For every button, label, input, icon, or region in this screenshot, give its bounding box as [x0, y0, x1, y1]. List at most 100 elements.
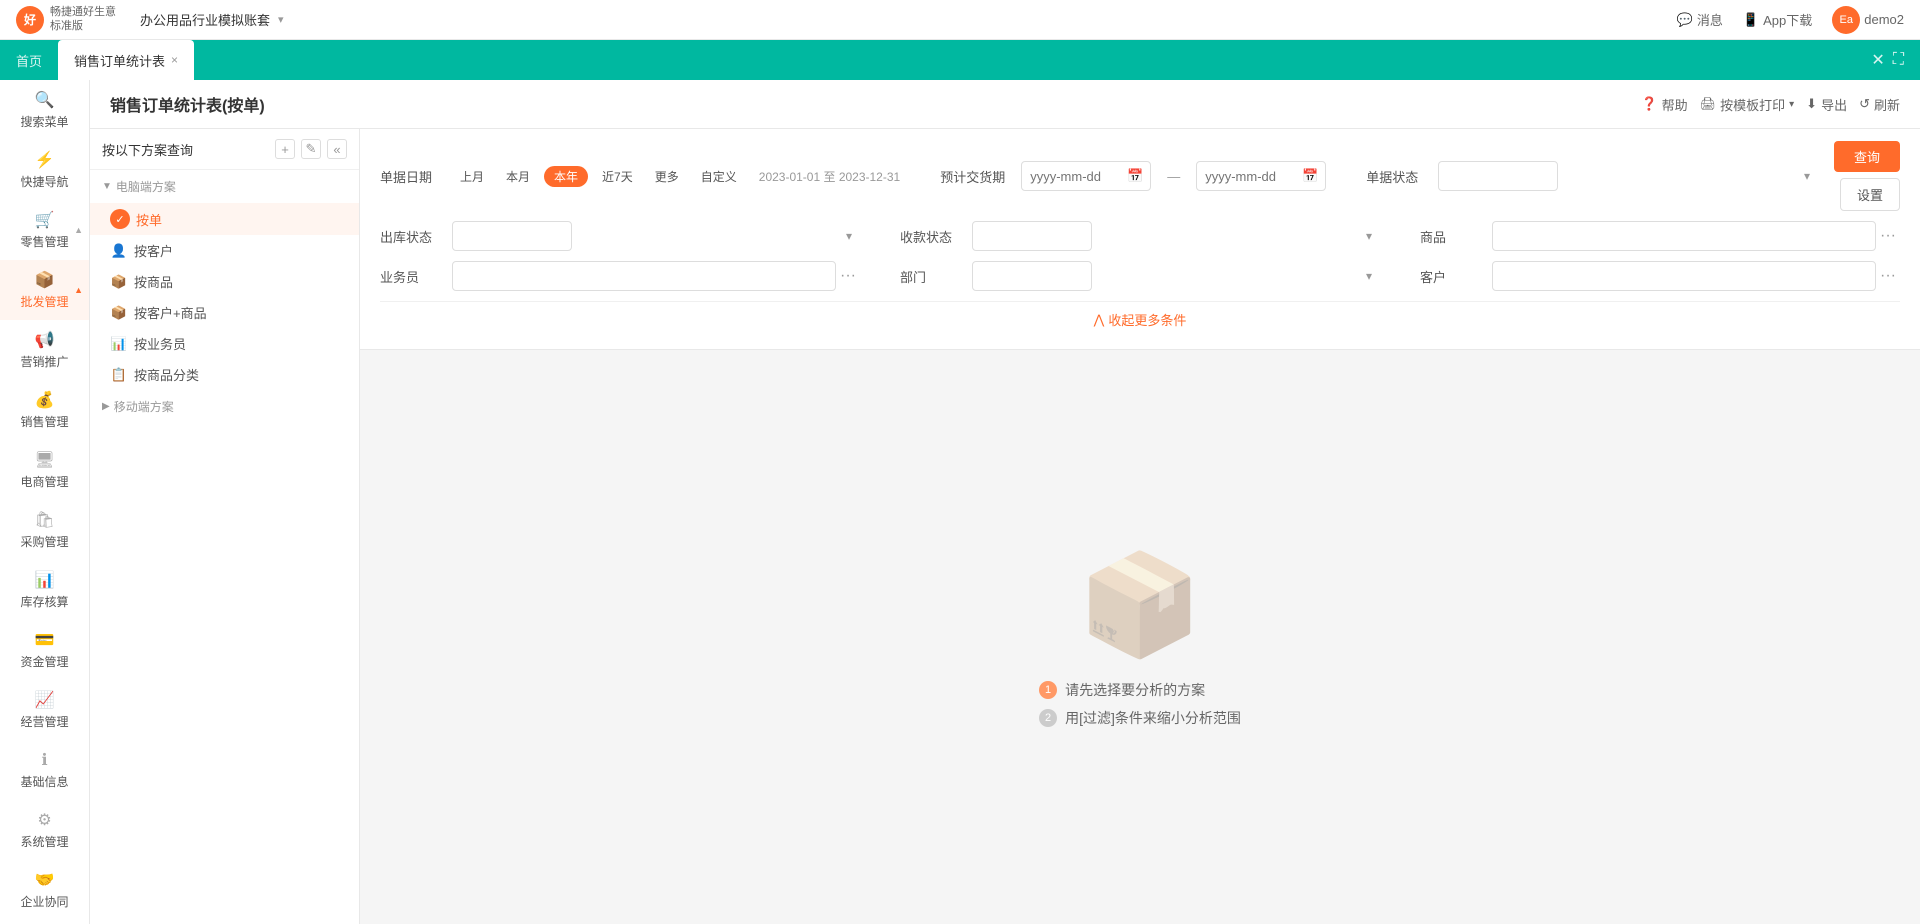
settings-btn[interactable]: 设置 [1840, 178, 1900, 211]
system-title: 办公用品行业模拟账套 [140, 10, 270, 29]
content-area: 销售订单统计表(按单) ❓ 帮助 🖨 按模板打印 ▾ ⬇ 导出 ↺ 刷新 [90, 80, 1920, 924]
nav-tab-actions: ✕ ⛶ [1871, 50, 1920, 70]
scheme-by-salesperson[interactable]: 📊 按业务员 [90, 328, 359, 359]
sidebar-item-system[interactable]: ⚙ 系统管理 [0, 800, 89, 860]
customer-input-wrap: ··· [1492, 261, 1900, 291]
salesperson-input[interactable] [452, 261, 836, 291]
more-dates-btn[interactable]: 更多 [647, 166, 687, 187]
sidebar-item-inventory[interactable]: 📊 库存核算 [0, 560, 89, 620]
scheme-customer-icon: 👤 [110, 242, 128, 260]
left-panel: 按以下方案查询 + ✎ « ▼ [90, 129, 360, 924]
mobile-schemes-group[interactable]: ▶ 移动端方案 [90, 390, 359, 423]
tab-home[interactable]: 首页 [0, 40, 58, 80]
scheme-by-customer-goods[interactable]: 📦 按客户+商品 [90, 297, 359, 328]
customer-ellipsis-btn[interactable]: ··· [1876, 267, 1900, 285]
ship-status-select[interactable] [452, 221, 572, 251]
tab-close-btn[interactable]: × [171, 53, 178, 67]
app-download-btn[interactable]: 📱 App下载 [1743, 10, 1812, 29]
operation-icon: 📈 [4, 690, 85, 710]
filter-area: 单据日期 上月 本月 本年 近7天 更多 自定义 2023-01-01 至 20… [360, 129, 1920, 350]
scheme-cust-goods-icon: 📦 [110, 304, 128, 322]
goods-label: 商品 [1420, 227, 1476, 246]
sidebar-item-guide[interactable]: 🆕 新手引导 [0, 920, 89, 924]
this-year-btn[interactable]: 本年 [544, 166, 588, 187]
7days-btn[interactable]: 近7天 [594, 166, 641, 187]
logo-area: 好 畅捷通好生意 标准版 [16, 6, 116, 34]
scheme-active-icon: ✓ [110, 209, 130, 229]
receipt-status-select[interactable] [972, 221, 1092, 251]
edit-scheme-btn[interactable]: ✎ [301, 139, 321, 159]
main-layout: 🔍 搜索菜单 ⚡ 快捷导航 🛒 零售管理 ▲ 📦 批发管理 ▲ 📢 营销推广 💰… [0, 80, 1920, 924]
collapse-btn[interactable]: ⋀ 收起更多条件 [1094, 310, 1187, 329]
customer-input[interactable] [1492, 261, 1876, 291]
logo-icon: 好 [16, 6, 44, 34]
sidebar-item-sales[interactable]: 💰 销售管理 [0, 380, 89, 440]
sidebar-item-basic[interactable]: ℹ 基础信息 [0, 740, 89, 800]
this-month-btn[interactable]: 本月 [498, 166, 538, 187]
collapse-panel-btn[interactable]: « [327, 139, 347, 159]
dept-label: 部门 [900, 267, 956, 286]
print-btn[interactable]: 🖨 按模板打印 ▾ [1700, 95, 1795, 114]
enterprise-icon: 🤝 [4, 870, 85, 890]
purchase-icon: 🛍 [4, 510, 85, 530]
system-icon: ⚙ [4, 810, 85, 830]
refresh-btn[interactable]: ↺ 刷新 [1859, 95, 1900, 114]
sidebar-item-search[interactable]: 🔍 搜索菜单 [0, 80, 89, 140]
sidebar-item-shortcuts[interactable]: ⚡ 快捷导航 [0, 140, 89, 200]
system-title-dropdown[interactable]: ▾ [278, 13, 284, 26]
avatar: Ea [1832, 6, 1860, 34]
print-dropdown-arrow[interactable]: ▾ [1789, 99, 1794, 110]
calendar-end-icon: 📅 [1302, 168, 1318, 184]
sidebar-item-retail[interactable]: 🛒 零售管理 ▲ [0, 200, 89, 260]
left-panel-icons: + ✎ « [275, 139, 347, 159]
sidebar-item-wholesale[interactable]: 📦 批发管理 ▲ [0, 260, 89, 320]
sidebar-item-finance[interactable]: 💳 资金管理 [0, 620, 89, 680]
date-range-text: 2023-01-01 至 2023-12-31 [759, 168, 900, 185]
wholesale-icon: 📦 [4, 270, 85, 290]
finance-icon: 💳 [4, 630, 85, 650]
salesperson-ellipsis-btn[interactable]: ··· [836, 267, 860, 285]
sidebar-item-purchase[interactable]: 🛍 采购管理 [0, 500, 89, 560]
export-btn[interactable]: ⬇ 导出 [1806, 95, 1847, 114]
date-label: 单据日期 [380, 167, 436, 186]
export-icon: ⬇ [1806, 96, 1817, 112]
user-avatar-btn[interactable]: Ea demo2 [1832, 6, 1904, 34]
two-pane: 按以下方案查询 + ✎ « ▼ [90, 129, 1920, 924]
goods-input-wrap: ··· [1492, 221, 1900, 251]
order-status-select[interactable] [1438, 161, 1558, 191]
hint-num-2: 2 [1039, 709, 1057, 727]
main-sidebar: 🔍 搜索菜单 ⚡ 快捷导航 🛒 零售管理 ▲ 📦 批发管理 ▲ 📢 营销推广 💰… [0, 80, 90, 924]
sidebar-item-enterprise[interactable]: 🤝 企业协同 [0, 860, 89, 920]
fullscreen-btn[interactable]: ⛶ [1893, 51, 1904, 69]
message-icon: 💬 [1677, 12, 1693, 28]
goods-ellipsis-btn[interactable]: ··· [1876, 227, 1900, 245]
close-window-btn[interactable]: ✕ [1871, 50, 1884, 70]
expected-date-start-wrap: 📅 [1021, 161, 1151, 191]
tab-sales-order-stats[interactable]: 销售订单统计表 × [58, 40, 194, 80]
goods-input[interactable] [1492, 221, 1876, 251]
scheme-by-order[interactable]: ✓ 按单 [90, 203, 359, 235]
empty-hint-2: 2 用[过滤]条件来缩小分析范围 [1039, 708, 1241, 728]
salesperson-label: 业务员 [380, 267, 436, 286]
add-scheme-btn[interactable]: + [275, 139, 295, 159]
sidebar-item-marketing[interactable]: 📢 营销推广 [0, 320, 89, 380]
empty-hint-1: 1 请先选择要分析的方案 [1039, 680, 1241, 700]
scheme-by-goods[interactable]: 📦 按商品 [90, 266, 359, 297]
scheme-by-customer[interactable]: 👤 按客户 [90, 235, 359, 266]
sales-icon: 💰 [4, 390, 85, 410]
message-btn[interactable]: 💬 消息 [1677, 10, 1723, 29]
custom-date-btn[interactable]: 自定义 [693, 166, 745, 187]
search-btn[interactable]: 查询 [1834, 141, 1900, 172]
mobile-group-arrow: ▶ [102, 401, 110, 412]
sidebar-item-ecommerce[interactable]: 🖥 电商管理 [0, 440, 89, 500]
help-btn[interactable]: ❓ 帮助 [1641, 95, 1687, 114]
customer-label: 客户 [1420, 267, 1476, 286]
empty-state: 📦 1 请先选择要分析的方案 2 用[过滤]条件来缩小分析范围 [360, 350, 1920, 924]
page-title: 销售订单统计表(按单) [110, 92, 265, 128]
scheme-by-category[interactable]: 📋 按商品分类 [90, 359, 359, 390]
add-icon: + [281, 142, 289, 157]
dept-select-wrap [972, 261, 1380, 291]
dept-select[interactable] [972, 261, 1092, 291]
prev-month-btn[interactable]: 上月 [452, 166, 492, 187]
sidebar-item-operation[interactable]: 📈 经营管理 [0, 680, 89, 740]
